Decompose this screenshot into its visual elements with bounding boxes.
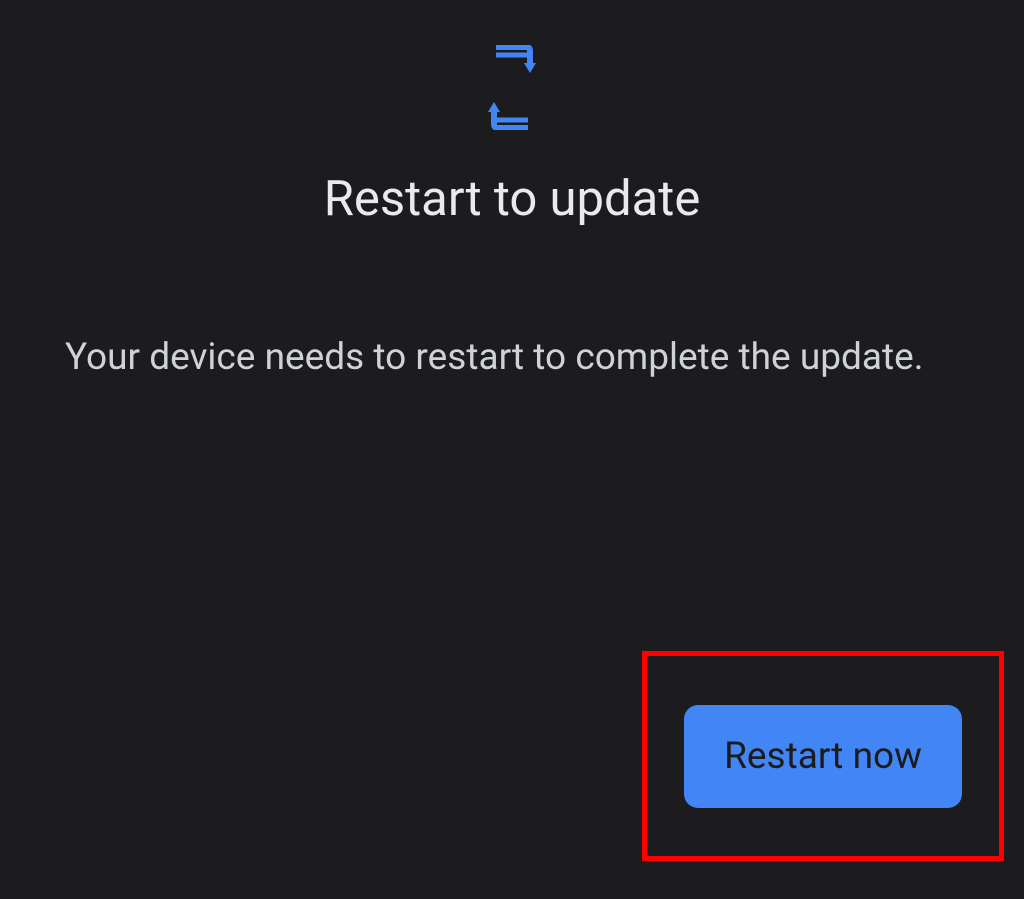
- update-phone-icon: [482, 45, 542, 130]
- update-description: Your device needs to restart to complete…: [65, 330, 959, 386]
- page-title: Restart to update: [324, 170, 701, 227]
- restart-now-button[interactable]: Restart now: [684, 705, 962, 808]
- highlight-annotation: Restart now: [642, 651, 1004, 861]
